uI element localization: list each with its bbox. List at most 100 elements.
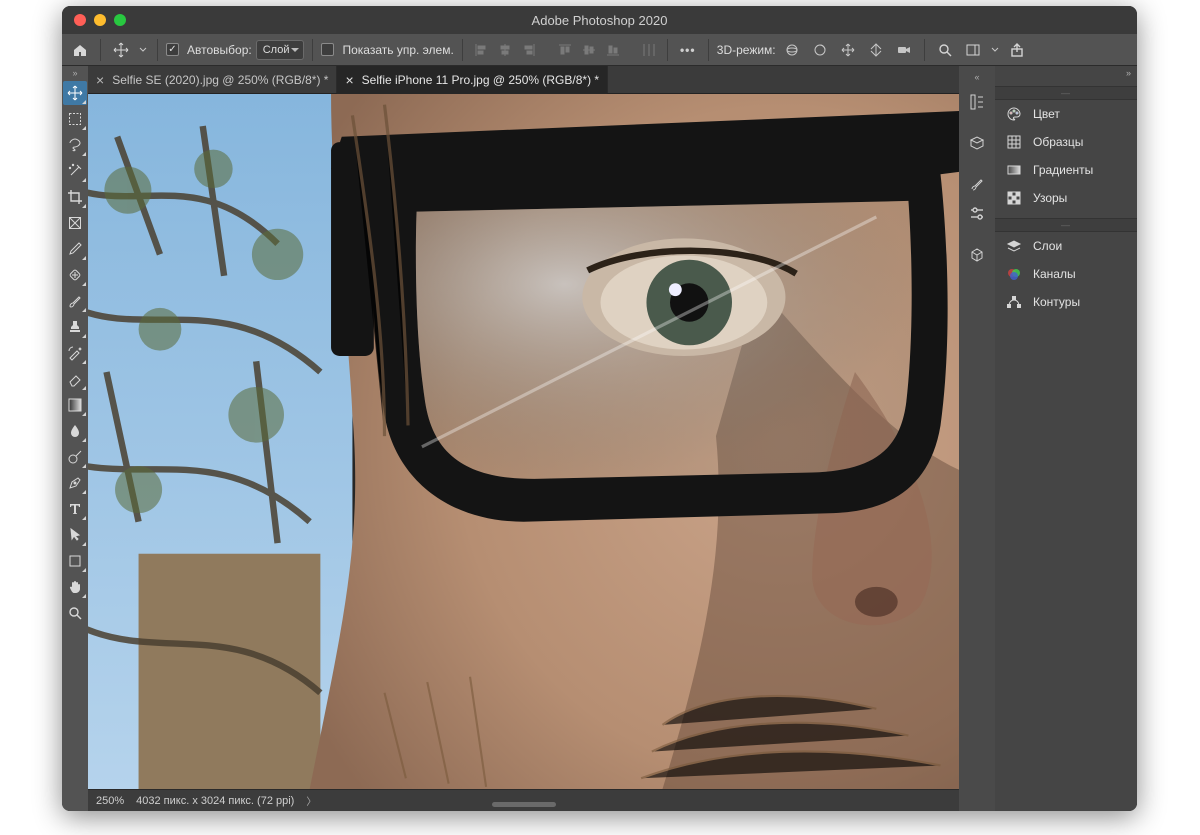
collapsed-panel-column: « — [959, 66, 995, 811]
magic-wand-tool[interactable] — [63, 159, 87, 183]
eyedropper-tool[interactable] — [63, 237, 87, 261]
3d-orbit-icon[interactable] — [780, 38, 804, 62]
align-bottom-icon[interactable] — [603, 40, 623, 60]
panel-item-color[interactable]: Цвет — [995, 100, 1137, 128]
resize-handle[interactable] — [492, 802, 556, 807]
marquee-tool[interactable] — [63, 107, 87, 131]
type-tool[interactable] — [63, 497, 87, 521]
move-tool[interactable] — [63, 81, 87, 105]
zoom-level[interactable]: 250% — [96, 795, 124, 807]
panel-item-label: Контуры — [1033, 295, 1080, 309]
channels-icon — [1005, 266, 1023, 282]
panel-item-label: Узоры — [1033, 191, 1067, 205]
panel-item-channels[interactable]: Каналы — [995, 260, 1137, 288]
gradient-icon — [1005, 163, 1023, 177]
pattern-icon — [1005, 191, 1023, 205]
document-image — [88, 94, 959, 789]
document-tabs: Selfie SE (2020).jpg @ 250% (RGB/8*) * S… — [88, 66, 959, 94]
frame-tool[interactable] — [63, 211, 87, 235]
document-tab-label: Selfie iPhone 11 Pro.jpg @ 250% (RGB/8*)… — [362, 73, 599, 87]
distribute-h-icon[interactable] — [639, 40, 659, 60]
shape-tool[interactable] — [63, 549, 87, 573]
panel-item-gradients[interactable]: Градиенты — [995, 156, 1137, 184]
tool-preset-dropdown[interactable] — [137, 38, 149, 62]
panel-item-layers[interactable]: Слои — [995, 232, 1137, 260]
align-hcenter-icon[interactable] — [495, 40, 515, 60]
3d-panel-icon[interactable] — [962, 242, 992, 268]
move-tool-indicator-icon[interactable] — [109, 38, 133, 62]
panel-item-label: Цвет — [1033, 107, 1060, 121]
align-right-icon[interactable] — [519, 40, 539, 60]
show-transform-label: Показать упр. элем. — [342, 43, 453, 57]
status-flyout-arrow[interactable]: 〉 — [306, 793, 316, 808]
panel-item-patterns[interactable]: Узоры — [995, 184, 1137, 212]
minimize-window-button[interactable] — [94, 14, 106, 26]
auto-select-label: Автовыбор: — [187, 43, 252, 57]
panel-item-label: Градиенты — [1033, 163, 1093, 177]
workspace-body: » Selfie SE (20 — [62, 66, 1137, 811]
lasso-tool[interactable] — [63, 133, 87, 157]
panel-item-swatches[interactable]: Образцы — [995, 128, 1137, 156]
workspace-icon[interactable] — [961, 38, 985, 62]
paths-icon — [1005, 294, 1023, 310]
options-bar: Автовыбор: Слой Показать упр. элем. ••• … — [62, 34, 1137, 66]
show-transform-checkbox[interactable] — [321, 43, 334, 56]
zoom-window-button[interactable] — [114, 14, 126, 26]
search-icon[interactable] — [933, 38, 957, 62]
panel-collapse-toggle[interactable]: « — [959, 72, 995, 82]
panel-group-color: — Цвет Образцы Градиенты — [995, 86, 1137, 212]
share-icon[interactable] — [1005, 38, 1029, 62]
grid-icon — [1005, 135, 1023, 149]
status-bar: 250% 4032 пикс. x 3024 пикс. (72 ppi) 〉 — [88, 789, 959, 811]
pen-tool[interactable] — [63, 471, 87, 495]
eraser-tool[interactable] — [63, 367, 87, 391]
window-title: Adobe Photoshop 2020 — [62, 13, 1137, 28]
document-tab[interactable]: Selfie iPhone 11 Pro.jpg @ 250% (RGB/8*)… — [337, 66, 608, 93]
layers-icon — [1005, 238, 1023, 254]
path-select-tool[interactable] — [63, 523, 87, 547]
panel-group-layers: — Слои Каналы Контуры — [995, 218, 1137, 316]
titlebar: Adobe Photoshop 2020 — [62, 6, 1137, 34]
more-options-button[interactable]: ••• — [676, 38, 700, 62]
panel-list-collapse-toggle[interactable]: » — [995, 66, 1137, 80]
mode-3d-label: 3D-режим: — [717, 43, 776, 57]
properties-panel-icon[interactable] — [962, 89, 992, 115]
3d-camera-icon[interactable] — [892, 38, 916, 62]
brush-tool[interactable] — [63, 289, 87, 313]
libraries-panel-icon[interactable] — [962, 130, 992, 156]
workspace-dropdown[interactable] — [989, 38, 1001, 62]
canvas[interactable] — [88, 94, 959, 789]
tools-expand-toggle[interactable]: » — [62, 66, 88, 80]
document-dimensions: 4032 пикс. x 3024 пикс. (72 ppi) — [136, 795, 294, 807]
brushes-panel-icon[interactable] — [962, 171, 992, 197]
home-button[interactable] — [68, 38, 92, 62]
crop-tool[interactable] — [63, 185, 87, 209]
healing-tool[interactable] — [63, 263, 87, 287]
panel-group-header: — — [995, 86, 1137, 100]
document-tab-label: Selfie SE (2020).jpg @ 250% (RGB/8*) * — [112, 73, 328, 87]
3d-pan-icon[interactable] — [836, 38, 860, 62]
align-top-icon[interactable] — [555, 40, 575, 60]
auto-select-target-dropdown[interactable]: Слой — [256, 40, 305, 60]
panel-item-paths[interactable]: Контуры — [995, 288, 1137, 316]
history-brush-tool[interactable] — [63, 341, 87, 365]
zoom-tool[interactable] — [63, 601, 87, 625]
3d-slide-icon[interactable] — [864, 38, 888, 62]
palette-icon — [1005, 106, 1023, 122]
3d-roll-icon[interactable] — [808, 38, 832, 62]
right-dock: « » — Цвет Образцы — [959, 66, 1137, 811]
document-tab[interactable]: Selfie SE (2020).jpg @ 250% (RGB/8*) * — [88, 66, 337, 93]
panel-group-header: — — [995, 218, 1137, 232]
align-vcenter-icon[interactable] — [579, 40, 599, 60]
panel-item-label: Каналы — [1033, 267, 1076, 281]
dodge-tool[interactable] — [63, 445, 87, 469]
document-area: Selfie SE (2020).jpg @ 250% (RGB/8*) * S… — [88, 66, 959, 811]
blur-tool[interactable] — [63, 419, 87, 443]
stamp-tool[interactable] — [63, 315, 87, 339]
close-window-button[interactable] — [74, 14, 86, 26]
gradient-tool[interactable] — [63, 393, 87, 417]
auto-select-checkbox[interactable] — [166, 43, 179, 56]
adjustments-panel-icon[interactable] — [962, 201, 992, 227]
hand-tool[interactable] — [63, 575, 87, 599]
align-left-icon[interactable] — [471, 40, 491, 60]
